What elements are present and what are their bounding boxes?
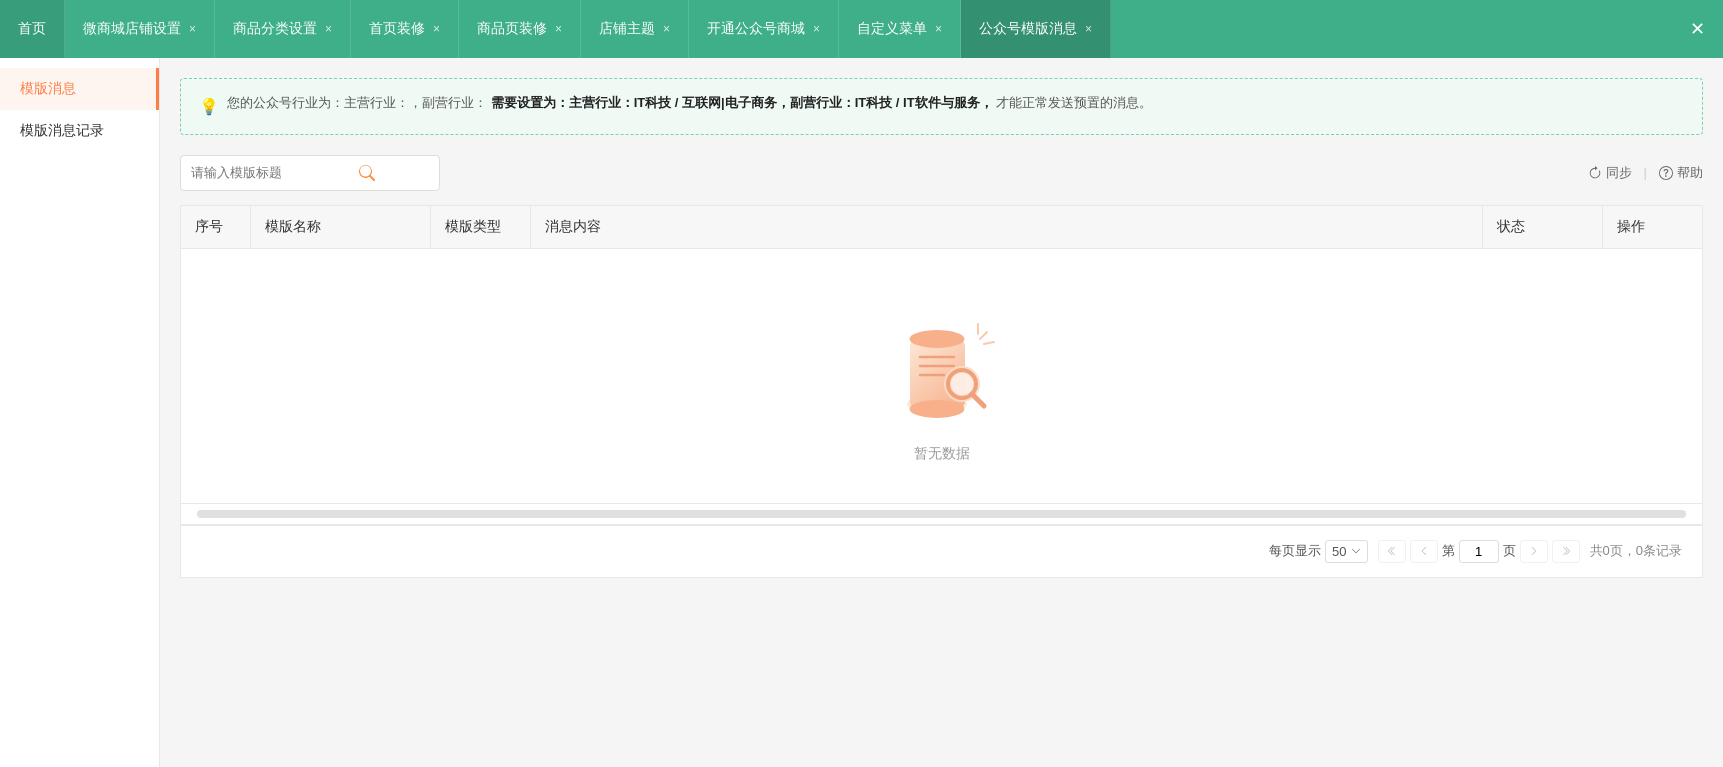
help-button[interactable]: 帮助 <box>1659 164 1703 182</box>
page-nav: 第 页 <box>1378 540 1580 563</box>
th-status: 状态 <box>1483 205 1603 248</box>
last-page-button[interactable] <box>1552 540 1580 563</box>
table-header: 序号 模版名称 模版类型 消息内容 状态 <box>181 205 1703 248</box>
search-input-wrap <box>180 155 440 191</box>
page-unit: 页 <box>1503 542 1516 560</box>
svg-line-11 <box>972 394 984 406</box>
close-tab-open-wechat-shop[interactable]: × <box>813 22 820 36</box>
tab-open-wechat-shop-label: 开通公众号商城 <box>707 20 805 38</box>
notice-prefix: 您的公众号行业为：主营行业：，副营行业： <box>227 95 487 110</box>
sidebar-item-template-msg-log-label: 模版消息记录 <box>20 122 104 138</box>
svg-point-3 <box>909 330 964 348</box>
tab-product-category[interactable]: 商品分类设置 × <box>215 0 351 58</box>
close-tab-wechat-template[interactable]: × <box>1085 22 1092 36</box>
tab-custom-menu[interactable]: 自定义菜单 × <box>839 0 961 58</box>
table-body: 暂无数据 <box>181 248 1703 503</box>
search-icon <box>359 165 375 181</box>
sidebar: 模版消息 模版消息记录 <box>0 58 160 767</box>
tab-open-wechat-shop[interactable]: 开通公众号商城 × <box>689 0 839 58</box>
help-icon <box>1659 166 1673 180</box>
top-nav: 首页 微商城店铺设置 × 商品分类设置 × 首页装修 × 商品页装修 × 店铺主… <box>0 0 1723 58</box>
tab-product-page-decor-label: 商品页装修 <box>477 20 547 38</box>
tab-home-label: 首页 <box>18 20 46 38</box>
page-label: 第 <box>1442 542 1455 560</box>
page-size-select: 每页显示 50 <box>1269 540 1367 563</box>
prev-page-icon <box>1419 546 1429 556</box>
th-type: 模版类型 <box>431 205 531 248</box>
close-tab-shop-theme[interactable]: × <box>663 22 670 36</box>
page-size-dropdown[interactable]: 50 <box>1325 540 1367 563</box>
svg-point-10 <box>951 373 973 395</box>
tab-wechat-template[interactable]: 公众号模版消息 × <box>961 0 1111 58</box>
scrollbar-row <box>180 504 1703 525</box>
notice-text: 您的公众号行业为：主营行业：，副营行业： 需要设置为：主营行业：IT科技 / 互… <box>227 93 1152 114</box>
last-page-icon <box>1561 546 1571 556</box>
svg-line-13 <box>984 342 994 344</box>
next-page-icon <box>1529 546 1539 556</box>
table-wrap: 序号 模版名称 模版类型 消息内容 状态 <box>180 205 1703 578</box>
empty-svg <box>882 309 1002 429</box>
prev-page-button[interactable] <box>1410 540 1438 563</box>
close-tab-homepage-decor[interactable]: × <box>433 22 440 36</box>
tab-home[interactable]: 首页 <box>0 0 65 58</box>
tab-wshop-settings[interactable]: 微商城店铺设置 × <box>65 0 215 58</box>
tab-wechat-template-label: 公众号模版消息 <box>979 20 1077 38</box>
svg-point-4 <box>909 400 964 418</box>
th-name: 模版名称 <box>251 205 431 248</box>
notice-highlight: 需要设置为：主营行业：IT科技 / 互联网|电子商务，副营行业：IT科技 / I… <box>491 95 993 110</box>
sync-label: 同步 <box>1606 164 1632 182</box>
notice-icon: 💡 <box>199 94 219 120</box>
close-tab-custom-menu[interactable]: × <box>935 22 942 36</box>
tab-homepage-decor[interactable]: 首页装修 × <box>351 0 459 58</box>
notice-box: 💡 您的公众号行业为：主营行业：，副营行业： 需要设置为：主营行业：IT科技 /… <box>180 78 1703 135</box>
sidebar-item-template-msg[interactable]: 模版消息 <box>0 68 159 110</box>
search-row: 同步 | 帮助 <box>180 155 1703 191</box>
next-page-button[interactable] <box>1520 540 1548 563</box>
search-button[interactable] <box>359 155 429 191</box>
sidebar-item-template-msg-log[interactable]: 模版消息记录 <box>0 110 159 152</box>
notice-suffix: 才能正常发送预置的消息。 <box>996 95 1152 110</box>
tab-product-category-label: 商品分类设置 <box>233 20 317 38</box>
main-layout: 模版消息 模版消息记录 💡 您的公众号行业为：主营行业：，副营行业： 需要设置为… <box>0 58 1723 767</box>
page-size-value: 50 <box>1332 544 1346 559</box>
pagination-row: 每页显示 50 <box>180 525 1703 578</box>
toolbar-divider: | <box>1644 165 1647 180</box>
data-table: 序号 模版名称 模版类型 消息内容 状态 <box>180 205 1703 504</box>
th-action: 操作 <box>1603 205 1703 248</box>
th-content: 消息内容 <box>531 205 1483 248</box>
tab-product-page-decor[interactable]: 商品页装修 × <box>459 0 581 58</box>
help-label: 帮助 <box>1677 164 1703 182</box>
sidebar-item-template-msg-label: 模版消息 <box>20 80 76 96</box>
tab-shop-theme[interactable]: 店铺主题 × <box>581 0 689 58</box>
tab-wshop-settings-label: 微商城店铺设置 <box>83 20 181 38</box>
close-tab-wshop-settings[interactable]: × <box>189 22 196 36</box>
chevron-down-icon <box>1351 546 1361 556</box>
search-input[interactable] <box>191 165 359 180</box>
tab-shop-theme-label: 店铺主题 <box>599 20 655 38</box>
sync-button[interactable]: 同步 <box>1588 164 1632 182</box>
empty-state: 暂无数据 <box>181 249 1702 503</box>
scrollbar-track[interactable] <box>197 510 1686 518</box>
toolbar-right: 同步 | 帮助 <box>1588 164 1703 182</box>
empty-text: 暂无数据 <box>914 445 970 463</box>
close-tab-product-page-decor[interactable]: × <box>555 22 562 36</box>
page-number-input[interactable] <box>1459 540 1499 563</box>
tab-custom-menu-label: 自定义菜单 <box>857 20 927 38</box>
close-all-tabs-button[interactable]: ✕ <box>1672 0 1723 58</box>
page-size-label: 每页显示 <box>1269 542 1321 560</box>
table-header-row: 序号 模版名称 模版类型 消息内容 状态 <box>181 205 1703 248</box>
first-page-button[interactable] <box>1378 540 1406 563</box>
tab-homepage-decor-label: 首页装修 <box>369 20 425 38</box>
empty-illustration <box>882 309 1002 429</box>
svg-line-12 <box>980 332 987 339</box>
page-total: 共0页，0条记录 <box>1590 542 1682 560</box>
first-page-icon <box>1387 546 1397 556</box>
sync-icon <box>1588 166 1602 180</box>
th-seq: 序号 <box>181 205 251 248</box>
content-area: 💡 您的公众号行业为：主营行业：，副营行业： 需要设置为：主营行业：IT科技 /… <box>160 58 1723 767</box>
empty-row: 暂无数据 <box>181 248 1703 503</box>
close-tab-product-category[interactable]: × <box>325 22 332 36</box>
